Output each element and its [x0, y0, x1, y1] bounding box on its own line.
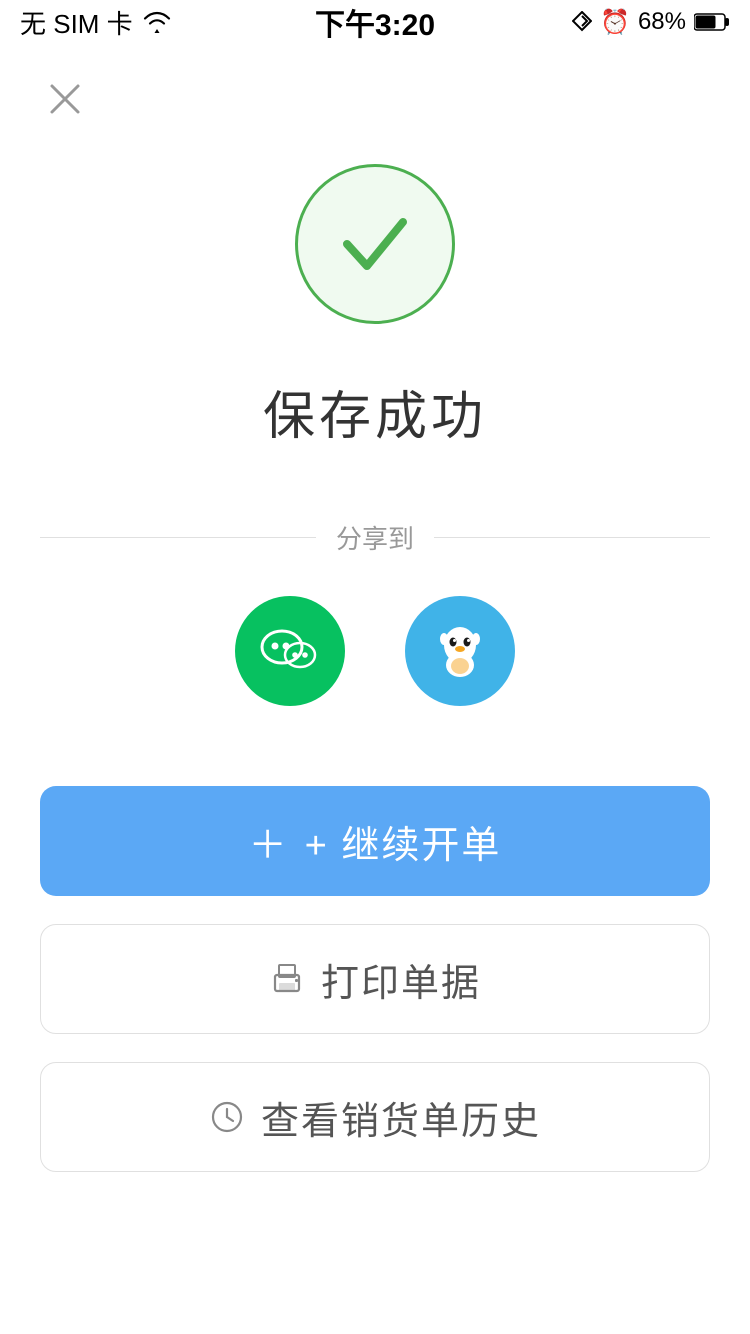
share-divider: 分享到: [40, 519, 710, 556]
print-label: 打印单据: [321, 952, 481, 1007]
alarm-icon: ⏰: [600, 8, 630, 37]
wechat-share-button[interactable]: [235, 596, 345, 706]
printer-icon: [269, 961, 305, 997]
status-time: 下午3:20: [315, 0, 435, 44]
continue-order-label: + 继续开单: [305, 814, 502, 869]
divider-left: [40, 537, 316, 538]
success-section: 保存成功: [0, 124, 750, 499]
continue-order-button[interactable]: ＋ + 继续开单: [40, 786, 710, 896]
share-icons-row: [40, 596, 710, 706]
close-area: [0, 44, 750, 124]
divider-right: [434, 537, 710, 538]
buttons-section: ＋ + 继续开单 打印单据 查看销货单历史: [0, 756, 750, 1172]
share-section: 分享到: [0, 519, 750, 756]
share-label: 分享到: [336, 519, 414, 556]
no-sim-text: 无 SIM 卡: [20, 4, 133, 41]
status-right: ⏰ 68%: [572, 8, 730, 37]
qq-share-button[interactable]: [405, 596, 515, 706]
location-icon: [572, 11, 592, 33]
battery-text: 68%: [638, 8, 686, 36]
plus-icon: ＋: [249, 814, 289, 869]
view-history-button[interactable]: 查看销货单历史: [40, 1062, 710, 1172]
history-label: 查看销货单历史: [261, 1090, 541, 1145]
wifi-icon: [143, 11, 171, 33]
success-title: 保存成功: [263, 374, 487, 449]
success-check-circle: [295, 164, 455, 324]
clock-icon: [209, 1099, 245, 1135]
print-receipt-button[interactable]: 打印单据: [40, 924, 710, 1034]
status-left: 无 SIM 卡: [20, 4, 171, 41]
close-button[interactable]: [40, 74, 90, 124]
battery-icon: [694, 12, 730, 32]
status-bar: 无 SIM 卡 下午3:20 ⏰ 68%: [0, 0, 750, 44]
